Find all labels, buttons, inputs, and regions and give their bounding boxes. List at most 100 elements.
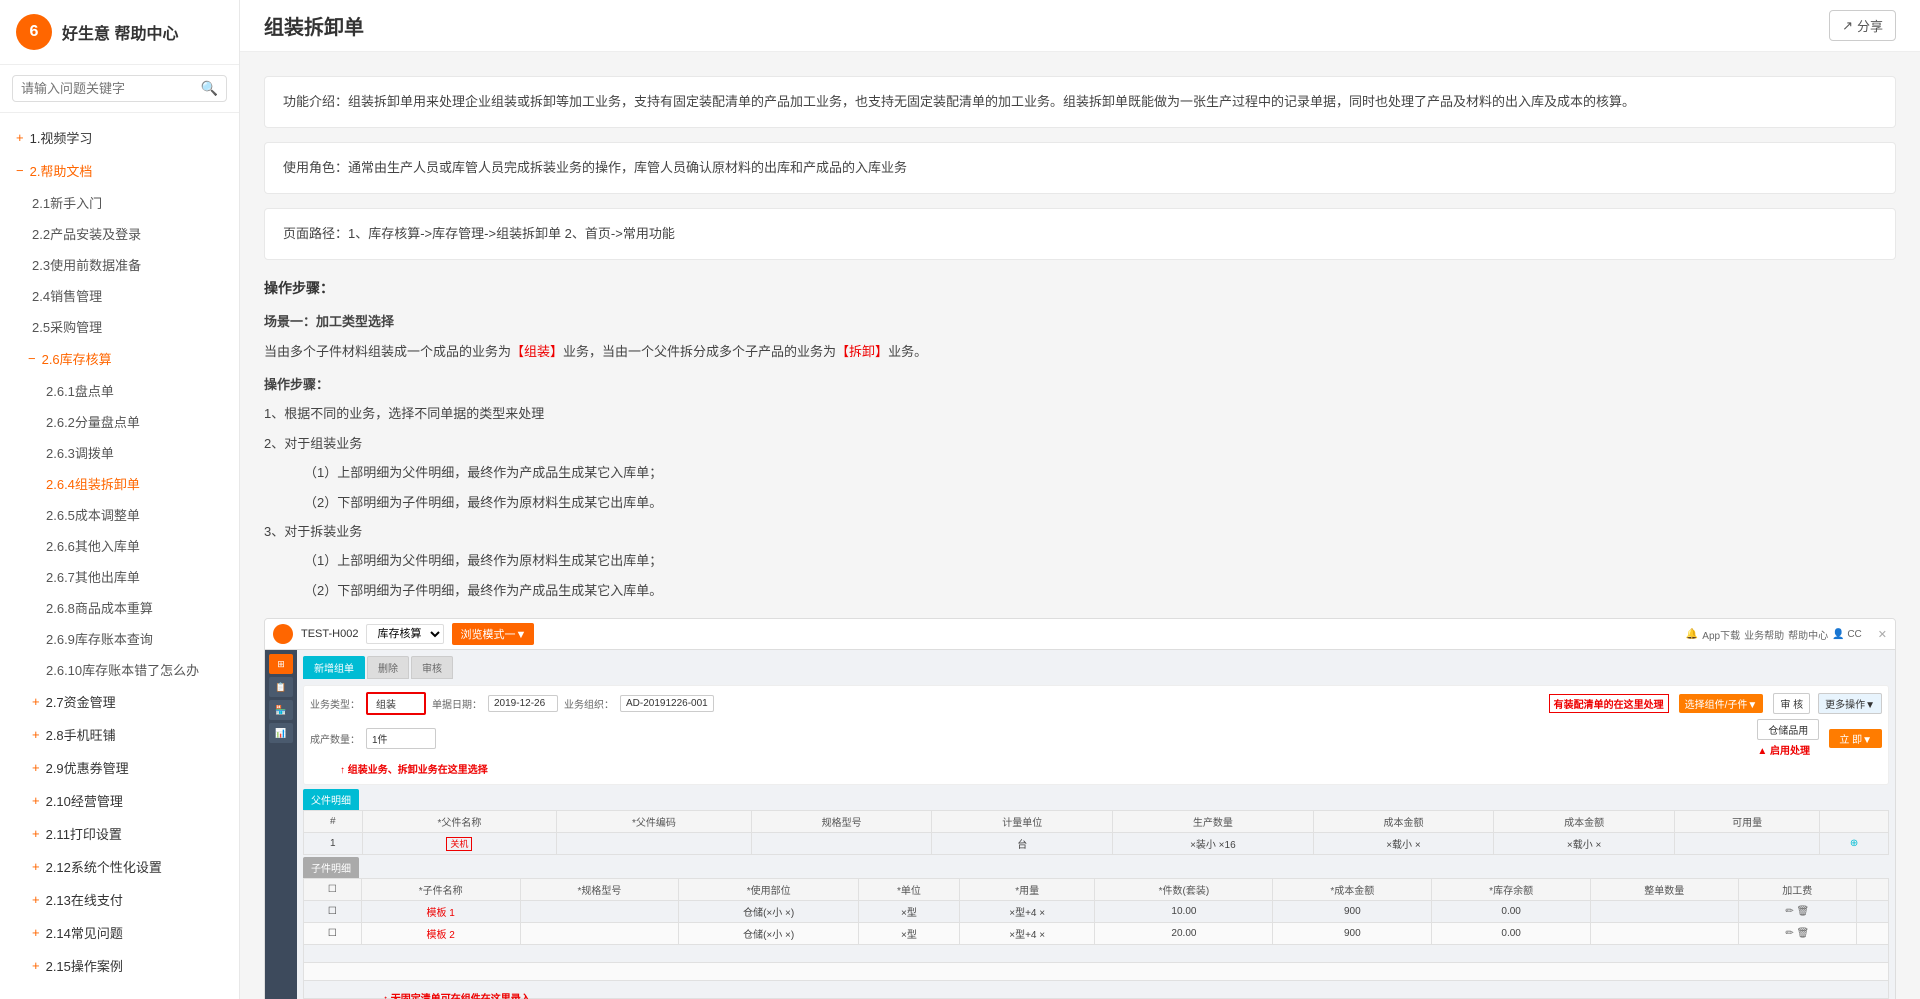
nav-item-2-6-6[interactable]: 2.6.6其他入库单 <box>0 530 239 561</box>
mock-browse-btn[interactable]: 浏览模式一▼ <box>452 623 534 645</box>
mock-more-btn[interactable]: 更多操作▼ <box>1818 693 1882 714</box>
nav-item-2-13[interactable]: + 2.13在线支付 <box>0 883 239 916</box>
mock-c-th-sel: ☐ <box>304 879 362 901</box>
mock-logo-icon <box>273 624 293 644</box>
nav-item-2-6-9[interactable]: 2.6.9库存账本查询 <box>0 623 239 654</box>
steps-container: 操作步骤： 1、根据不同的业务，选择不同单据的类型来处理 2、对于组装业务 （1… <box>264 373 1896 602</box>
mock-annotation4-area: 仓储品用 ▲ 启用处理 <box>1757 719 1819 757</box>
scene1-label: 场景一：加工类型选择 <box>264 310 1896 333</box>
nav-item-2-6-10[interactable]: 2.6.10库存账本错了怎么办 <box>0 654 239 685</box>
nav-item-2-6-1[interactable]: 2.6.1盘点单 <box>0 375 239 406</box>
mock-c-td-name2: 模板 2 <box>361 923 520 945</box>
mock-empty-row5 <box>304 981 1889 999</box>
mock-item-input[interactable]: 关机 <box>446 837 472 851</box>
mock-form-row-1: 业务类型： 组装 单据日期： 2019-12-26 业务组织： AD-20191… <box>310 692 1882 715</box>
mock-tab-delete[interactable]: 删除 <box>367 656 409 679</box>
mock-c-del-icon1[interactable]: 🗑 <box>1797 906 1810 917</box>
mock-select-btn[interactable]: 选择组件/子件▼ <box>1679 694 1764 713</box>
mock-c-td-avail1 <box>1591 901 1738 923</box>
expand-icon-docs: − <box>16 163 24 178</box>
search-icon[interactable]: 🔍 <box>201 80 218 97</box>
mock-quantity-label: 成产数量： <box>310 731 360 746</box>
nav-item-2-4[interactable]: 2.4销售管理 <box>0 280 239 311</box>
mock-child-row-3 <box>304 945 1889 963</box>
nav-item-2-6-5[interactable]: 2.6.5成本调整单 <box>0 499 239 530</box>
nav-item-2-6-4[interactable]: 2.6.4组装拆卸单 <box>0 468 239 499</box>
nav-item-2-14[interactable]: + 2.14常见问题 <box>0 916 239 949</box>
mock-icon-group: 🔔 App下载 业务帮助 帮助中心 👤 CC <box>1686 627 1862 642</box>
mock-th-code: *父件名称 <box>362 811 557 833</box>
expand-icon-2-8: + <box>32 727 40 742</box>
mock-sidebar-store[interactable]: 🏪 <box>269 700 293 720</box>
nav-item-2-5[interactable]: 2.5采购管理 <box>0 311 239 342</box>
mock-c-td-op1: ✏ 🗑 <box>1738 901 1857 923</box>
mock-td-name1: 关机 <box>362 833 557 855</box>
nav-item-2-10[interactable]: + 2.10经营管理 <box>0 784 239 817</box>
nav-item-2-1[interactable]: 2.1新手入门 <box>0 187 239 218</box>
nav-item-video[interactable]: + 1.视频学习 <box>0 121 239 154</box>
nav-group-docs: − 2.帮助文档 2.1新手入门 2.2产品安装及登录 2.3使用前数据准备 2… <box>0 154 239 685</box>
mock-quantity-value[interactable]: 1件 <box>366 728 436 749</box>
nav-item-2-6[interactable]: − 2.6库存核算 <box>0 342 239 375</box>
mock-nav-dropdown[interactable]: 库存核算 <box>366 624 444 644</box>
mock-c-th-cost: *成本金额 <box>1273 879 1432 901</box>
nav-item-2-15[interactable]: + 2.15操作案例 <box>0 949 239 982</box>
mock-th-unit: 计量单位 <box>932 811 1113 833</box>
mock-td-op1: ⊕ <box>1820 833 1889 855</box>
mock-help-label: 业务帮助 <box>1744 627 1784 642</box>
nav-group-video: + 1.视频学习 <box>0 121 239 154</box>
mock-child-row-2: ☐ 模板 2 仓储(×小 ×) ×型 ×型+4 × 20.00 900 0.0 <box>304 923 1889 945</box>
mock-c-td-avail2 <box>1591 923 1738 945</box>
expand-icon-video: + <box>16 130 24 145</box>
mock-c-td-extra1 <box>1857 901 1889 923</box>
nav-sub-2-6: 2.6.1盘点单 2.6.2分量盘点单 2.6.3调拨单 2.6.4组装拆卸单 … <box>0 375 239 685</box>
mock-c-th-spec: *使用部位 <box>679 879 859 901</box>
mock-org-label: 业务组织： <box>564 696 614 711</box>
mock-tab-new[interactable]: 新增组单 <box>303 656 365 679</box>
mock-c-td-qty2: 20.00 <box>1095 923 1273 945</box>
step-3-2: （2）下部明细为子件明细，最终作为产成品生成某它入库单。 <box>264 579 1896 602</box>
mock-tab-audit[interactable]: 审核 <box>411 656 453 679</box>
nav-item-docs[interactable]: − 2.帮助文档 <box>0 154 239 187</box>
search-input[interactable] <box>21 81 201 96</box>
mock-sidebar-chart[interactable]: 📊 <box>269 723 293 743</box>
mock-enable-input[interactable]: 仓储品用 <box>1757 719 1819 740</box>
mock-c-del-icon2[interactable]: 🗑 <box>1797 928 1810 939</box>
mock-c-td-spec1: 仓储(×小 ×) <box>679 901 859 923</box>
mock-confirm-btn[interactable]: 审 核 <box>1773 693 1810 714</box>
mock-sidebar-home[interactable]: ⊞ <box>269 654 293 674</box>
nav-item-2-9[interactable]: + 2.9优惠券管理 <box>0 751 239 784</box>
nav-item-2-2[interactable]: 2.2产品安装及登录 <box>0 218 239 249</box>
mock-row-expand-icon[interactable]: ⊕ <box>1850 838 1858 849</box>
nav-item-2-6-8[interactable]: 2.6.8商品成本重算 <box>0 592 239 623</box>
mock-c-edit-icon2[interactable]: ✏ <box>1785 928 1793 939</box>
mock-app-label: App下载 <box>1702 627 1740 642</box>
nav-item-2-3[interactable]: 2.3使用前数据准备 <box>0 249 239 280</box>
mock-submit-btn[interactable]: 立 即▼ <box>1829 729 1882 748</box>
mock-annotation5: ↑ 无固定清单可在组件在这里录入 <box>383 990 531 999</box>
mock-c-edit-icon1[interactable]: ✏ <box>1785 906 1793 917</box>
nav-item-2-6-3[interactable]: 2.6.3调拨单 <box>0 437 239 468</box>
nav-item-2-6-7[interactable]: 2.6.7其他出库单 <box>0 561 239 592</box>
mock-c-th-unit: *单位 <box>858 879 959 901</box>
sidebar: 6 好生意 帮助中心 🔍 + 1.视频学习 − 2.帮助文档 2.1新手入门 2… <box>0 0 240 999</box>
mock-ui: TEST-H002 库存核算 浏览模式一▼ 🔔 App下载 业务帮助 帮助中心 … <box>265 619 1895 999</box>
mock-sidebar-order[interactable]: 📋 <box>269 677 293 697</box>
nav-item-2-6-2[interactable]: 2.6.2分量盘点单 <box>0 406 239 437</box>
mock-empty-row4 <box>304 963 1889 981</box>
mock-c-td-op2: ✏ 🗑 <box>1738 923 1857 945</box>
step-3: 3、对于拆装业务 <box>264 520 1896 543</box>
share-icon: ↗ <box>1842 18 1853 34</box>
logo-area: 6 好生意 帮助中心 <box>0 0 239 65</box>
nav-item-2-12[interactable]: + 2.12系统个性化设置 <box>0 850 239 883</box>
nav-item-2-8[interactable]: + 2.8手机旺铺 <box>0 718 239 751</box>
mock-type-value[interactable]: 组装 <box>366 692 426 715</box>
nav-item-2-7[interactable]: + 2.7资金管理 <box>0 685 239 718</box>
mock-td-seq1: 1 <box>304 833 363 855</box>
mock-close-icon[interactable]: ✕ <box>1878 628 1887 641</box>
share-button[interactable]: ↗ 分享 <box>1829 10 1896 41</box>
nav-item-2-11[interactable]: + 2.11打印设置 <box>0 817 239 850</box>
search-area: 🔍 <box>0 65 239 113</box>
content-area: 功能介绍：组装拆卸单用来处理企业组装或拆卸等加工业务，支持有固定装配清单的产品加… <box>240 52 1920 999</box>
step-2: 2、对于组装业务 <box>264 432 1896 455</box>
